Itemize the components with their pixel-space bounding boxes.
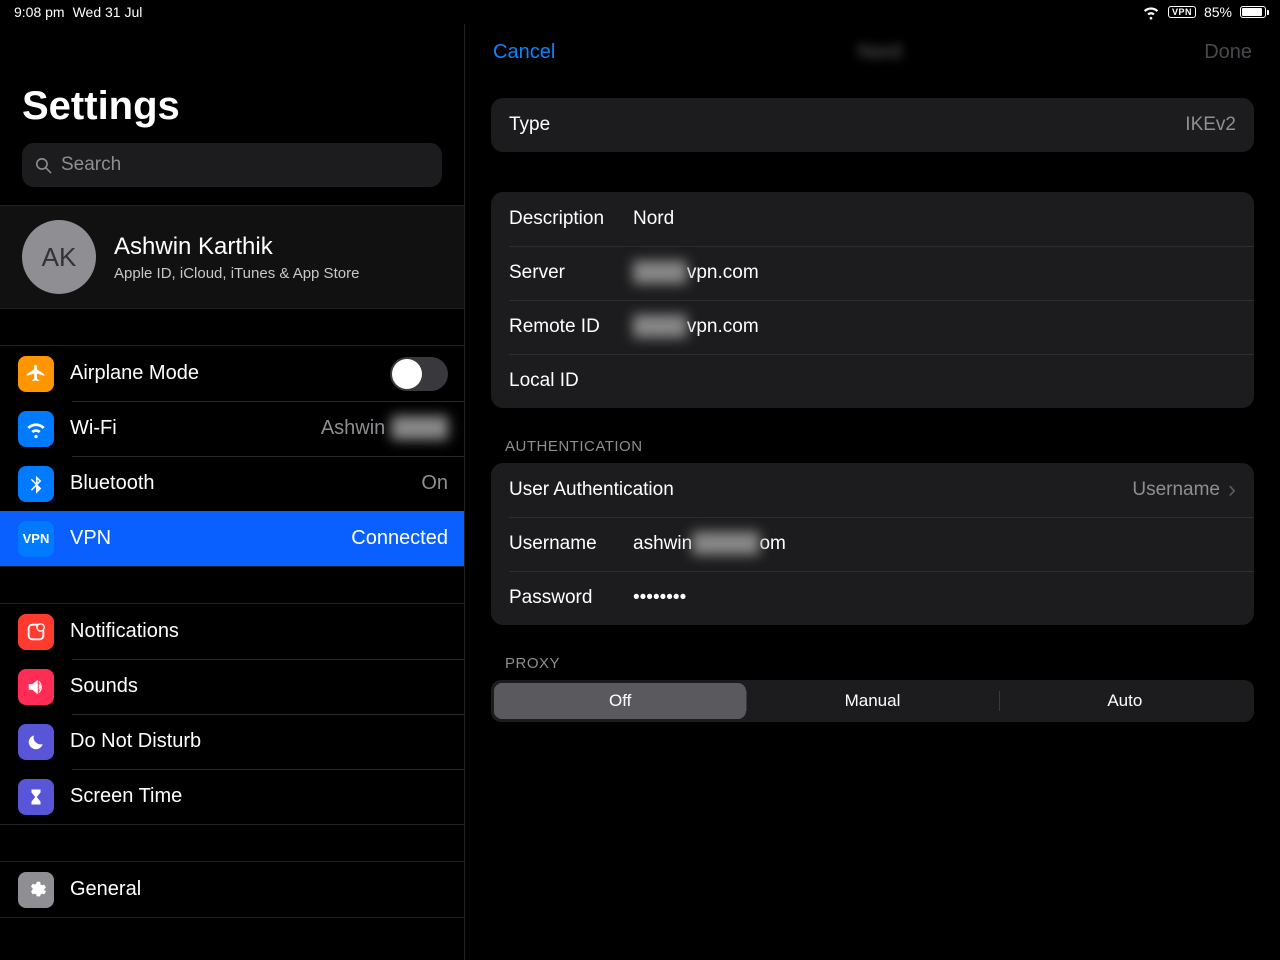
profile-subtitle: Apple ID, iCloud, iTunes & App Store	[114, 265, 359, 282]
search-input[interactable]	[61, 154, 430, 176]
remote-id-row[interactable]: Remote ID ████vpn.com	[491, 300, 1254, 354]
status-vpn-badge: VPN	[1168, 6, 1196, 18]
sidebar-item-label: Screen Time	[70, 785, 182, 808]
password-value: ••••••••	[633, 587, 686, 609]
search-field[interactable]	[22, 143, 442, 187]
sidebar-item-label: Notifications	[70, 620, 179, 643]
user-auth-row[interactable]: User Authentication Username ›	[491, 463, 1254, 517]
bluetooth-icon	[18, 466, 54, 502]
gear-icon	[18, 872, 54, 908]
description-row[interactable]: Description Nord	[491, 192, 1254, 246]
row-label: Type	[509, 114, 633, 136]
row-label: User Authentication	[509, 479, 674, 501]
sidebar-item-notifications[interactable]: Notifications	[0, 604, 464, 659]
sidebar-item-label: Airplane Mode	[70, 362, 199, 385]
description-value: Nord	[633, 208, 674, 230]
sidebar-item-dnd[interactable]: Do Not Disturb	[0, 714, 464, 769]
sidebar-item-label: Wi-Fi	[70, 417, 117, 440]
vpn-status: Connected	[351, 527, 448, 550]
airplane-toggle[interactable]	[390, 357, 448, 391]
auth-section-header: AUTHENTICATION	[505, 438, 1240, 455]
wifi-icon	[18, 411, 54, 447]
sidebar-item-sounds[interactable]: Sounds	[0, 659, 464, 714]
profile-name: Ashwin Karthik	[114, 233, 359, 261]
password-row[interactable]: Password ••••••••	[491, 571, 1254, 625]
airplane-icon	[18, 356, 54, 392]
remote-id-value: ████vpn.com	[633, 316, 759, 338]
user-auth-value: Username	[1132, 479, 1220, 501]
sidebar-item-bluetooth[interactable]: Bluetooth On	[0, 456, 464, 511]
server-value: ████vpn.com	[633, 262, 759, 284]
sidebar-item-screentime[interactable]: Screen Time	[0, 769, 464, 824]
sidebar-item-label: Do Not Disturb	[70, 730, 201, 753]
row-label: Password	[509, 587, 633, 609]
username-value: ashwin█████om	[633, 533, 786, 555]
username-row[interactable]: Username ashwin█████om	[491, 517, 1254, 571]
sidebar-item-vpn[interactable]: VPN VPN Connected	[0, 511, 464, 566]
local-id-row[interactable]: Local ID	[491, 354, 1254, 408]
status-bar: 9:08 pm Wed 31 Jul VPN 85%	[0, 0, 1280, 24]
wifi-icon	[1142, 3, 1160, 21]
sounds-icon	[18, 669, 54, 705]
profile-row[interactable]: AK Ashwin Karthik Apple ID, iCloud, iTun…	[0, 205, 464, 309]
auth-panel: User Authentication Username › Username …	[491, 463, 1254, 625]
proxy-option-auto[interactable]: Auto	[999, 683, 1251, 719]
sidebar-item-label: Bluetooth	[70, 472, 155, 495]
vpn-icon: VPN	[18, 521, 54, 557]
battery-icon	[1240, 6, 1266, 18]
sidebar-item-label: General	[70, 878, 141, 901]
done-button[interactable]: Done	[1204, 41, 1252, 64]
notifications-icon	[18, 614, 54, 650]
row-label: Server	[509, 262, 633, 284]
server-panel: Description Nord Server ████vpn.com Remo…	[491, 192, 1254, 408]
server-row[interactable]: Server ████vpn.com	[491, 246, 1254, 300]
sidebar-item-label: VPN	[70, 527, 111, 550]
search-icon	[34, 156, 53, 175]
cancel-button[interactable]: Cancel	[493, 41, 555, 64]
page-title: Settings	[0, 24, 464, 143]
settings-sidebar: Settings AK Ashwin Karthik Apple ID, iCl…	[0, 24, 465, 960]
proxy-section-header: PROXY	[505, 655, 1240, 672]
proxy-option-off[interactable]: Off	[494, 683, 746, 719]
nav-title: Nord	[858, 41, 901, 64]
chevron-right-icon: ›	[1228, 478, 1236, 502]
row-label: Local ID	[509, 370, 633, 392]
proxy-option-manual[interactable]: Manual	[746, 683, 998, 719]
hourglass-icon	[18, 779, 54, 815]
status-date: Wed 31 Jul	[73, 4, 143, 20]
avatar: AK	[22, 220, 96, 294]
status-battery-pct: 85%	[1204, 4, 1232, 20]
row-label: Remote ID	[509, 316, 633, 338]
row-label: Username	[509, 533, 633, 555]
status-time: 9:08 pm	[14, 4, 65, 20]
proxy-segmented-control[interactable]: Off Manual Auto	[491, 680, 1254, 722]
bluetooth-status: On	[421, 472, 448, 495]
sidebar-item-general[interactable]: General	[0, 862, 464, 917]
row-label: Description	[509, 208, 633, 230]
type-row[interactable]: Type IKEv2	[491, 98, 1254, 152]
moon-icon	[18, 724, 54, 760]
sidebar-item-wifi[interactable]: Wi-Fi Ashwin████	[0, 401, 464, 456]
sidebar-item-label: Sounds	[70, 675, 138, 698]
wifi-network-name: Ashwin████	[321, 417, 448, 440]
sidebar-item-airplane[interactable]: Airplane Mode	[0, 346, 464, 401]
nav-bar: Cancel Nord Done	[465, 24, 1280, 74]
detail-pane: Cancel Nord Done Type IKEv2 Description …	[465, 24, 1280, 960]
type-value: IKEv2	[1185, 114, 1236, 136]
type-panel: Type IKEv2	[491, 98, 1254, 152]
